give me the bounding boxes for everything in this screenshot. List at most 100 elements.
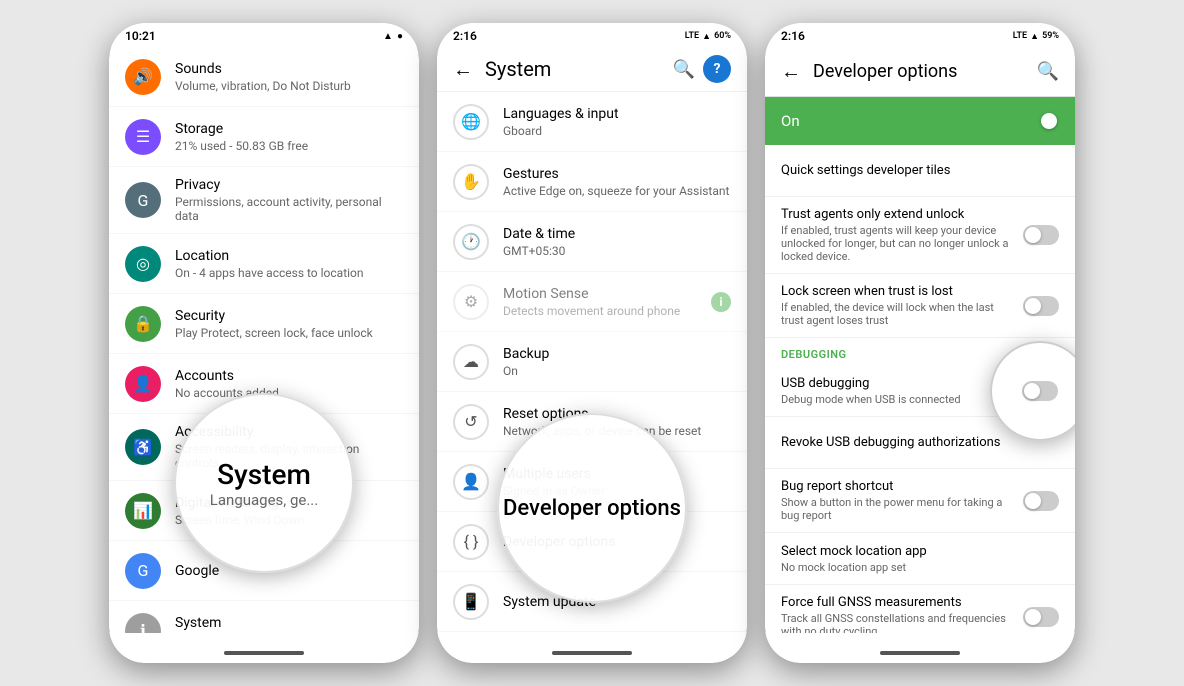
time-2: 2:16 bbox=[453, 29, 477, 43]
system-screen: ← System 🔍 ? 🌐 Languages & input Gboard … bbox=[437, 47, 747, 663]
system-item-gestures[interactable]: ✋ Gestures Active Edge on, squeeze for y… bbox=[437, 152, 747, 212]
system-item-backup[interactable]: ☁ Backup On bbox=[437, 332, 747, 392]
gestures-icon: ✋ bbox=[453, 164, 489, 200]
location-text: Location On - 4 apps have access to loca… bbox=[175, 248, 403, 280]
gestures-text: Gestures Active Edge on, squeeze for you… bbox=[503, 166, 731, 198]
accessibility-icon: ♿ bbox=[125, 429, 161, 465]
settings-item-sounds[interactable]: 🔊 Sounds Volume, vibration, Do Not Distu… bbox=[109, 47, 419, 107]
signal-icon-3: ▲ bbox=[1030, 31, 1039, 42]
google-icon: G bbox=[125, 553, 161, 589]
lockscreen-text: Lock screen when trust is lost If enable… bbox=[781, 284, 1023, 327]
languages-text: Languages & input Gboard bbox=[503, 106, 731, 138]
backup-subtitle: On bbox=[503, 364, 731, 378]
gestures-title: Gestures bbox=[503, 166, 731, 182]
backup-text: Backup On bbox=[503, 346, 731, 378]
wifi-icon: ▲ bbox=[383, 31, 393, 42]
nav-bar-3 bbox=[765, 633, 1075, 663]
trustagents-toggle[interactable] bbox=[1023, 225, 1059, 245]
system-header: ← System 🔍 ? bbox=[437, 47, 747, 92]
usb-toggle-large[interactable] bbox=[1022, 381, 1058, 401]
accounts-icon: 👤 bbox=[125, 366, 161, 402]
security-icon: 🔒 bbox=[125, 306, 161, 342]
motionsense-subtitle: Detects movement around phone bbox=[503, 304, 711, 318]
status-icons-2: LTE ▲ 60% bbox=[685, 31, 731, 42]
dev-options-screen: ← Developer options 🔍 On Quick settings … bbox=[765, 47, 1075, 663]
settings-item-storage[interactable]: ☰ Storage 21% used - 50.83 GB free bbox=[109, 107, 419, 167]
home-bar-3[interactable] bbox=[880, 651, 960, 655]
storage-text: Storage 21% used - 50.83 GB free bbox=[175, 121, 403, 153]
settings-item-security[interactable]: 🔒 Security Play Protect, screen lock, fa… bbox=[109, 294, 419, 354]
dev-item-lockscreen[interactable]: Lock screen when trust is lost If enable… bbox=[765, 274, 1075, 338]
system-item-languages[interactable]: 🌐 Languages & input Gboard bbox=[437, 92, 747, 152]
backup-title: Backup bbox=[503, 346, 731, 362]
motion-info-icon[interactable]: i bbox=[711, 292, 731, 312]
system-item-motionsense[interactable]: ⚙ Motion Sense Detects movement around p… bbox=[437, 272, 747, 332]
zoom-main-1: System bbox=[217, 458, 311, 491]
sounds-text: Sounds Volume, vibration, Do Not Disturb bbox=[175, 61, 403, 93]
dev-item-mock[interactable]: Select mock location app No mock locatio… bbox=[765, 533, 1075, 585]
nav-bar-2 bbox=[437, 633, 747, 663]
dev-item-quicksettings[interactable]: Quick settings developer tiles bbox=[765, 145, 1075, 197]
languages-subtitle: Gboard bbox=[503, 124, 731, 138]
settings-item-location[interactable]: ◎ Location On - 4 apps have access to lo… bbox=[109, 234, 419, 294]
status-bar-3: 2:16 LTE ▲ 59% bbox=[765, 23, 1075, 47]
location-title: Location bbox=[175, 248, 403, 264]
location-subtitle: On - 4 apps have access to location bbox=[175, 266, 403, 280]
storage-icon: ☰ bbox=[125, 119, 161, 155]
gnss-toggle[interactable] bbox=[1023, 607, 1059, 627]
gestures-subtitle: Active Edge on, squeeze for your Assista… bbox=[503, 184, 731, 198]
back-button-2[interactable]: ← bbox=[453, 57, 473, 82]
time-3: 2:16 bbox=[781, 29, 805, 43]
signal-icon-2: ▲ bbox=[702, 31, 711, 42]
time-1: 10:21 bbox=[125, 29, 156, 43]
home-bar-2[interactable] bbox=[552, 651, 632, 655]
accounts-text: Accounts No accounts added bbox=[175, 368, 403, 400]
security-subtitle: Play Protect, screen lock, face unlock bbox=[175, 326, 403, 340]
mock-subtitle: No mock location app set bbox=[781, 561, 1051, 574]
dev-on-bar: On bbox=[765, 97, 1075, 145]
system-item-datetime[interactable]: 🕐 Date & time GMT+05:30 bbox=[437, 212, 747, 272]
quicksettings-text: Quick settings developer tiles bbox=[781, 163, 1059, 178]
security-text: Security Play Protect, screen lock, face… bbox=[175, 308, 403, 340]
backup-icon: ☁ bbox=[453, 344, 489, 380]
sounds-icon: 🔊 bbox=[125, 59, 161, 95]
location-icon: ◎ bbox=[125, 246, 161, 282]
lockscreen-toggle[interactable] bbox=[1023, 296, 1059, 316]
system-title: System bbox=[175, 615, 403, 631]
dev-header: ← Developer options 🔍 bbox=[765, 47, 1075, 97]
mock-title: Select mock location app bbox=[781, 544, 1051, 559]
home-bar-1[interactable] bbox=[224, 651, 304, 655]
sounds-subtitle: Volume, vibration, Do Not Disturb bbox=[175, 79, 403, 93]
status-icons-3: LTE ▲ 59% bbox=[1013, 31, 1059, 42]
usb-text: USB debugging Debug mode when USB is con… bbox=[781, 376, 1023, 406]
datetime-title: Date & time bbox=[503, 226, 731, 242]
motionsense-icon: ⚙ bbox=[453, 284, 489, 320]
lte-icon-3: LTE bbox=[1013, 31, 1027, 41]
accounts-title: Accounts bbox=[175, 368, 403, 384]
help-button-2[interactable]: ? bbox=[703, 55, 731, 83]
digital-wellbeing-icon: 📊 bbox=[125, 493, 161, 529]
dev-item-bugreport[interactable]: Bug report shortcut Show a button in the… bbox=[765, 469, 1075, 533]
search-button-2[interactable]: 🔍 bbox=[673, 59, 695, 80]
dev-on-toggle[interactable] bbox=[1023, 111, 1059, 131]
dev-item-usb[interactable]: USB debugging Debug mode when USB is con… bbox=[765, 365, 1075, 417]
status-bar-1: 10:21 ▲ ● bbox=[109, 23, 419, 47]
dev-item-trustagents[interactable]: Trust agents only extend unlock If enabl… bbox=[765, 197, 1075, 274]
privacy-text: Privacy Permissions, account activity, p… bbox=[175, 177, 403, 223]
lockscreen-subtitle: If enabled, the device will lock when th… bbox=[781, 301, 1015, 327]
revoke-text: Revoke USB debugging authorizations bbox=[781, 435, 1059, 450]
settings-item-privacy[interactable]: G Privacy Permissions, account activity,… bbox=[109, 167, 419, 234]
datetime-text: Date & time GMT+05:30 bbox=[503, 226, 731, 258]
bugreport-toggle[interactable] bbox=[1023, 491, 1059, 511]
dev-on-label: On bbox=[781, 112, 800, 130]
system-title-header: System bbox=[485, 57, 661, 81]
datetime-icon: 🕐 bbox=[453, 224, 489, 260]
trustagents-text: Trust agents only extend unlock If enabl… bbox=[781, 207, 1023, 263]
zoom-main-2: Developer options bbox=[503, 496, 681, 521]
back-button-3[interactable]: ← bbox=[781, 59, 801, 84]
reset-icon: ↺ bbox=[453, 404, 489, 440]
bugreport-text: Bug report shortcut Show a button in the… bbox=[781, 479, 1023, 522]
search-button-3[interactable]: 🔍 bbox=[1037, 61, 1059, 82]
signal-icon: ● bbox=[397, 31, 403, 42]
battery-icon-2: 60% bbox=[714, 31, 731, 41]
